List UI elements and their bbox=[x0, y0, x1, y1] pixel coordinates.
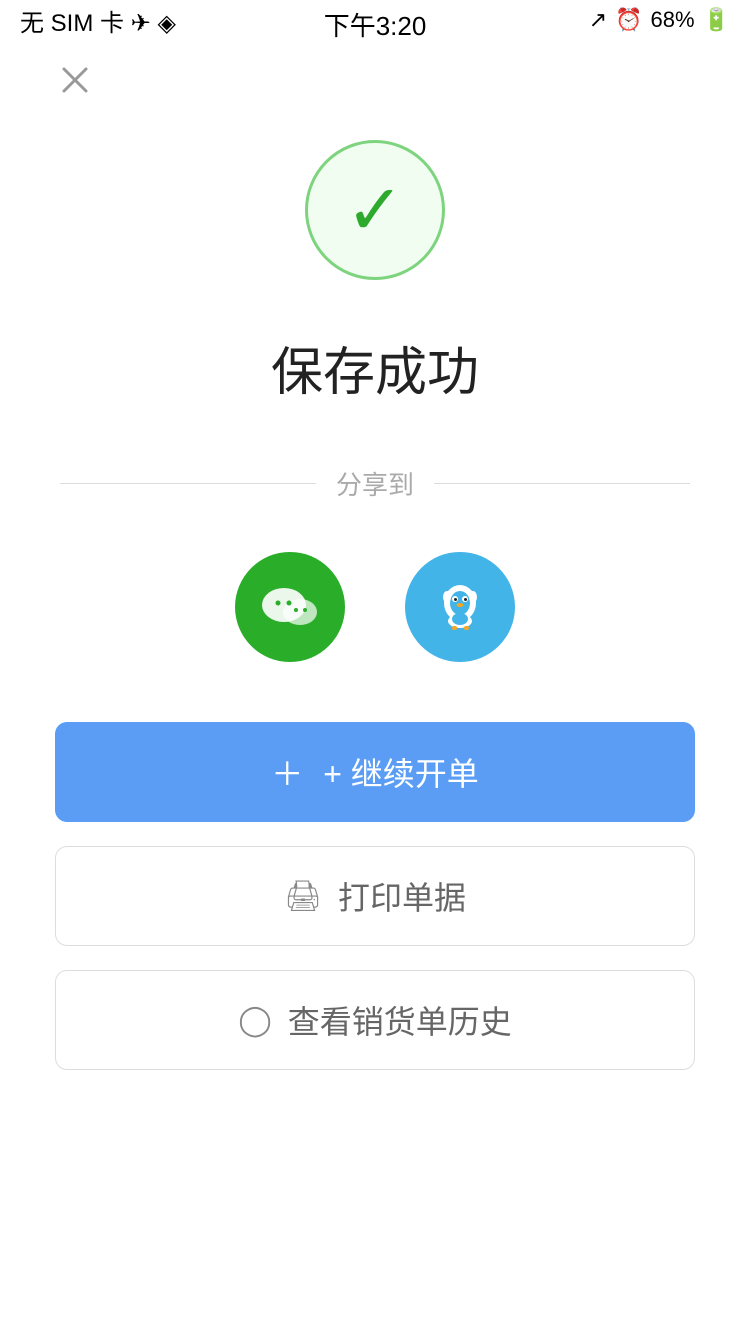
close-button[interactable] bbox=[50, 55, 100, 105]
alarm-icon: ⏰ bbox=[615, 7, 642, 33]
wechat-share-button[interactable] bbox=[235, 552, 345, 662]
checkmark-icon: ✓ bbox=[346, 175, 405, 245]
history-button[interactable]: ◯ 查看销货单历史 bbox=[55, 970, 695, 1070]
status-time: 下午3:20 bbox=[324, 6, 427, 43]
print-label: 打印单据 bbox=[338, 873, 466, 919]
history-label: 查看销货单历史 bbox=[288, 997, 512, 1043]
continue-label: + 继续开单 bbox=[323, 749, 479, 795]
share-icons bbox=[235, 552, 515, 662]
save-title: 保存成功 bbox=[271, 330, 479, 405]
print-button[interactable]: 🖨 打印单据 bbox=[55, 846, 695, 946]
status-right: ↗ ⏰ 68% 🔋 bbox=[589, 7, 730, 33]
divider-line-left bbox=[60, 483, 316, 484]
plus-icon: ＋ bbox=[271, 749, 303, 795]
battery-icon: 🔋 bbox=[703, 7, 730, 33]
share-section: 分享到 bbox=[0, 465, 750, 662]
status-left: 无 SIM 卡 ✈ ◈ bbox=[20, 3, 176, 38]
share-label: 分享到 bbox=[336, 465, 414, 502]
divider-line-right bbox=[434, 483, 690, 484]
status-bar: 无 SIM 卡 ✈ ◈ 下午3:20 ↗ ⏰ 68% 🔋 bbox=[0, 0, 750, 40]
success-circle: ✓ bbox=[305, 140, 445, 280]
location-icon: ↗ bbox=[589, 7, 607, 33]
main-content: ✓ 保存成功 分享到 bbox=[0, 40, 750, 1070]
continue-button[interactable]: ＋ + 继续开单 bbox=[55, 722, 695, 822]
qq-share-button[interactable] bbox=[405, 552, 515, 662]
printer-icon: 🖨 bbox=[284, 879, 322, 914]
battery-level: 68% bbox=[651, 7, 695, 33]
action-buttons: ＋ + 继续开单 🖨 打印单据 ◯ 查看销货单历史 bbox=[55, 722, 695, 1070]
clock-icon: ◯ bbox=[238, 1003, 272, 1038]
share-divider: 分享到 bbox=[0, 465, 750, 502]
